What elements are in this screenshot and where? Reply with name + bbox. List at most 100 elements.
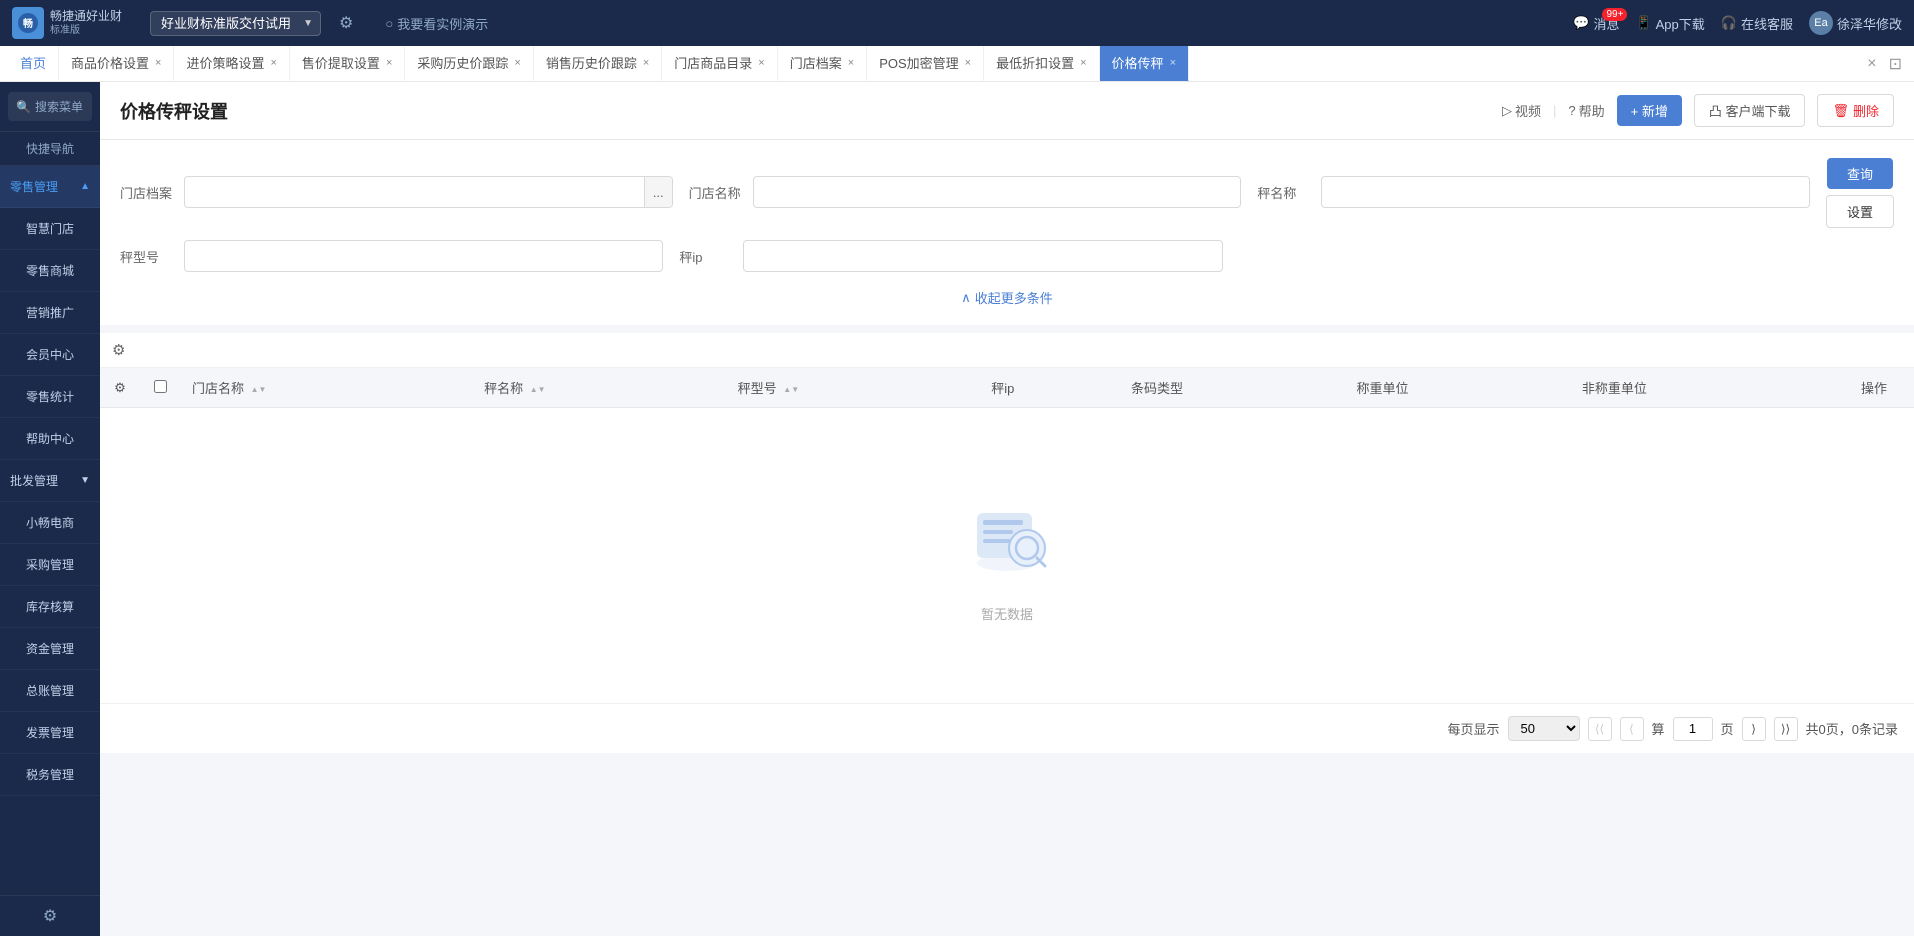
tab-close-icon[interactable]: × [155, 57, 161, 69]
collapse-button[interactable]: ∧ 收起更多条件 [961, 288, 1053, 307]
per-page-select[interactable]: 102050100 [1508, 716, 1580, 741]
select-all-checkbox[interactable] [154, 380, 167, 393]
scale-model-input[interactable] [184, 240, 663, 272]
col-scale-ip: 秤ip [979, 368, 1119, 408]
page-title: 价格传秤设置 [120, 98, 228, 124]
tab-close-icon[interactable]: × [965, 57, 971, 69]
page-header: 价格传秤设置 ▷ 视频 | ? 帮助 + 新增 凸 客户端下载 🗑 [100, 82, 1914, 140]
sidebar-item-smart-store[interactable]: 智慧门店 [0, 208, 100, 250]
tab-sale-history[interactable]: 销售历史价跟踪 × [534, 46, 662, 82]
scale-model-field: 秤型号 [120, 240, 663, 272]
search-menu-button[interactable]: 🔍 搜索菜单 [8, 92, 92, 121]
tab-close-icon[interactable]: × [643, 57, 649, 69]
online-service-button[interactable]: 🎧 在线客服 [1721, 14, 1793, 33]
demo-link[interactable]: ○ 我要看实例演示 [385, 14, 488, 33]
tab-close-icon[interactable]: × [848, 57, 854, 69]
empty-illustration [957, 488, 1057, 588]
sidebar-search: 🔍 搜索菜单 [0, 82, 100, 132]
app-download-button[interactable]: 📱 App下载 [1635, 14, 1704, 33]
tab-purchase-history[interactable]: 采购历史价跟踪 × [405, 46, 533, 82]
maximize-tab-button[interactable]: ⊡ [1885, 54, 1906, 74]
tab-close-icon[interactable]: × [1170, 57, 1176, 69]
close-tab-button[interactable]: × [1863, 55, 1880, 73]
tab-close-icon[interactable]: × [514, 57, 520, 69]
tab-store-archive[interactable]: 门店档案 × [778, 46, 867, 82]
set-button[interactable]: 设置 [1826, 195, 1894, 228]
tab-pos-manage[interactable]: POS加密管理 × [867, 46, 984, 82]
add-button[interactable]: + 新增 [1617, 95, 1682, 126]
app-title: 畅捷通好业财 标准版 [50, 9, 122, 38]
video-link[interactable]: ▷ 视频 [1502, 101, 1541, 120]
scale-name-input[interactable] [1321, 176, 1810, 208]
page-input[interactable] [1673, 717, 1713, 741]
sidebar-item-retail-stats[interactable]: 零售统计 [0, 376, 100, 418]
tab-home[interactable]: 首页 [8, 46, 59, 82]
table-header-row: ⚙ 门店名称 ▲▼ 秤名称 ▲▼ [100, 368, 1914, 408]
last-page-button[interactable]: ⟩⟩ [1774, 717, 1798, 741]
table-area: ⚙ ⚙ 门店名称 ▲▼ [100, 333, 1914, 703]
scale-model-label: 秤型号 [120, 247, 176, 266]
page-header-actions: ▷ 视频 | ? 帮助 + 新增 凸 客户端下载 🗑 删除 [1502, 94, 1894, 127]
chevron-up-icon: ∧ [961, 290, 971, 306]
col-scale-model[interactable]: 秤型号 ▲▼ [726, 368, 980, 408]
sidebar-item-tax[interactable]: 税务管理 [0, 754, 100, 796]
query-button[interactable]: 查询 [1827, 158, 1893, 189]
settings-icon: ⚙ [114, 380, 126, 395]
form-row-2: 秤型号 秤ip [120, 240, 1894, 272]
sidebar-item-retail-mall[interactable]: 零售商城 [0, 250, 100, 292]
store-archive-input[interactable] [185, 180, 644, 205]
sidebar-item-help[interactable]: 帮助中心 [0, 418, 100, 460]
help-link[interactable]: ? 帮助 [1568, 101, 1604, 120]
tab-purchase-strategy[interactable]: 进价策略设置 × [174, 46, 289, 82]
sidebar-item-member[interactable]: 会员中心 [0, 334, 100, 376]
sidebar-settings-button[interactable]: ⚙ [43, 906, 57, 926]
header-right: 💬 消息 99+ 📱 App下载 🎧 在线客服 Ea 徐泽华修改 [1573, 11, 1902, 35]
store-name-input[interactable] [753, 176, 1242, 208]
play-icon: ▷ [1502, 103, 1512, 119]
sidebar-item-inventory[interactable]: 库存核算 [0, 586, 100, 628]
table-settings-button[interactable]: ⚙ [112, 341, 125, 359]
user-area[interactable]: Ea 徐泽华修改 [1809, 11, 1902, 35]
total-label: 共0页，0条记录 [1806, 719, 1898, 738]
version-selector[interactable]: 好业财标准版交付试用 [150, 11, 321, 36]
next-page-button[interactable]: ⟩ [1742, 717, 1766, 741]
sidebar-item-marketing[interactable]: 营销推广 [0, 292, 100, 334]
tab-close-icon[interactable]: × [270, 57, 276, 69]
main-layout: 🔍 搜索菜单 快捷导航 零售管理 ▲ 智慧门店 零售商城 营销推广 会员中心 零… [0, 82, 1914, 936]
selector-settings-icon[interactable]: ⚙ [335, 9, 357, 37]
delete-button[interactable]: 🗑 删除 [1817, 94, 1894, 127]
prev-page-button[interactable]: ⟨ [1620, 717, 1644, 741]
col-barcode-type: 条码类型 [1119, 368, 1344, 408]
tab-close-icon[interactable]: × [758, 57, 764, 69]
scale-ip-label: 秤ip [679, 247, 735, 266]
tab-close-icon[interactable]: × [1080, 57, 1086, 69]
messages-button[interactable]: 💬 消息 99+ [1573, 14, 1619, 33]
scale-ip-input[interactable] [743, 240, 1222, 272]
page-label: 算 [1652, 719, 1665, 738]
col-weight-unit: 称重单位 [1344, 368, 1569, 408]
logo-area: 畅 畅捷通好业财 标准版 [12, 7, 122, 39]
sidebar-quicknav[interactable]: 快捷导航 [0, 132, 100, 166]
col-scale-name[interactable]: 秤名称 ▲▼ [472, 368, 726, 408]
sidebar-item-general-ledger[interactable]: 总账管理 [0, 670, 100, 712]
col-non-weight-unit: 非称重单位 [1570, 368, 1834, 408]
tab-store-catalog[interactable]: 门店商品目录 × [662, 46, 777, 82]
sidebar-item-wholesale[interactable]: 批发管理 ▼ [0, 460, 100, 502]
tab-sale-price[interactable]: 售价提取设置 × [290, 46, 405, 82]
tab-product-price[interactable]: 商品价格设置 × [59, 46, 174, 82]
download-button[interactable]: 凸 客户端下载 [1694, 94, 1806, 127]
version-selector-wrap[interactable]: 好业财标准版交付试用 ▼ [150, 11, 321, 36]
sidebar-item-invoice[interactable]: 发票管理 [0, 712, 100, 754]
col-store-name[interactable]: 门店名称 ▲▼ [180, 368, 472, 408]
delete-icon: 🗑 [1832, 103, 1849, 119]
tab-price-scale[interactable]: 价格传秤 × [1100, 46, 1189, 82]
store-archive-ellipsis-button[interactable]: ... [644, 177, 672, 207]
sidebar-item-funds[interactable]: 资金管理 [0, 628, 100, 670]
tab-min-discount[interactable]: 最低折扣设置 × [984, 46, 1099, 82]
first-page-button[interactable]: ⟨⟨ [1588, 717, 1612, 741]
tab-close-icon[interactable]: × [386, 57, 392, 69]
sidebar-item-purchase[interactable]: 采购管理 [0, 544, 100, 586]
col-checkbox[interactable] [140, 368, 180, 408]
sidebar-item-retail[interactable]: 零售管理 ▲ [0, 166, 100, 208]
sidebar-item-ecommerce[interactable]: 小畅电商 [0, 502, 100, 544]
